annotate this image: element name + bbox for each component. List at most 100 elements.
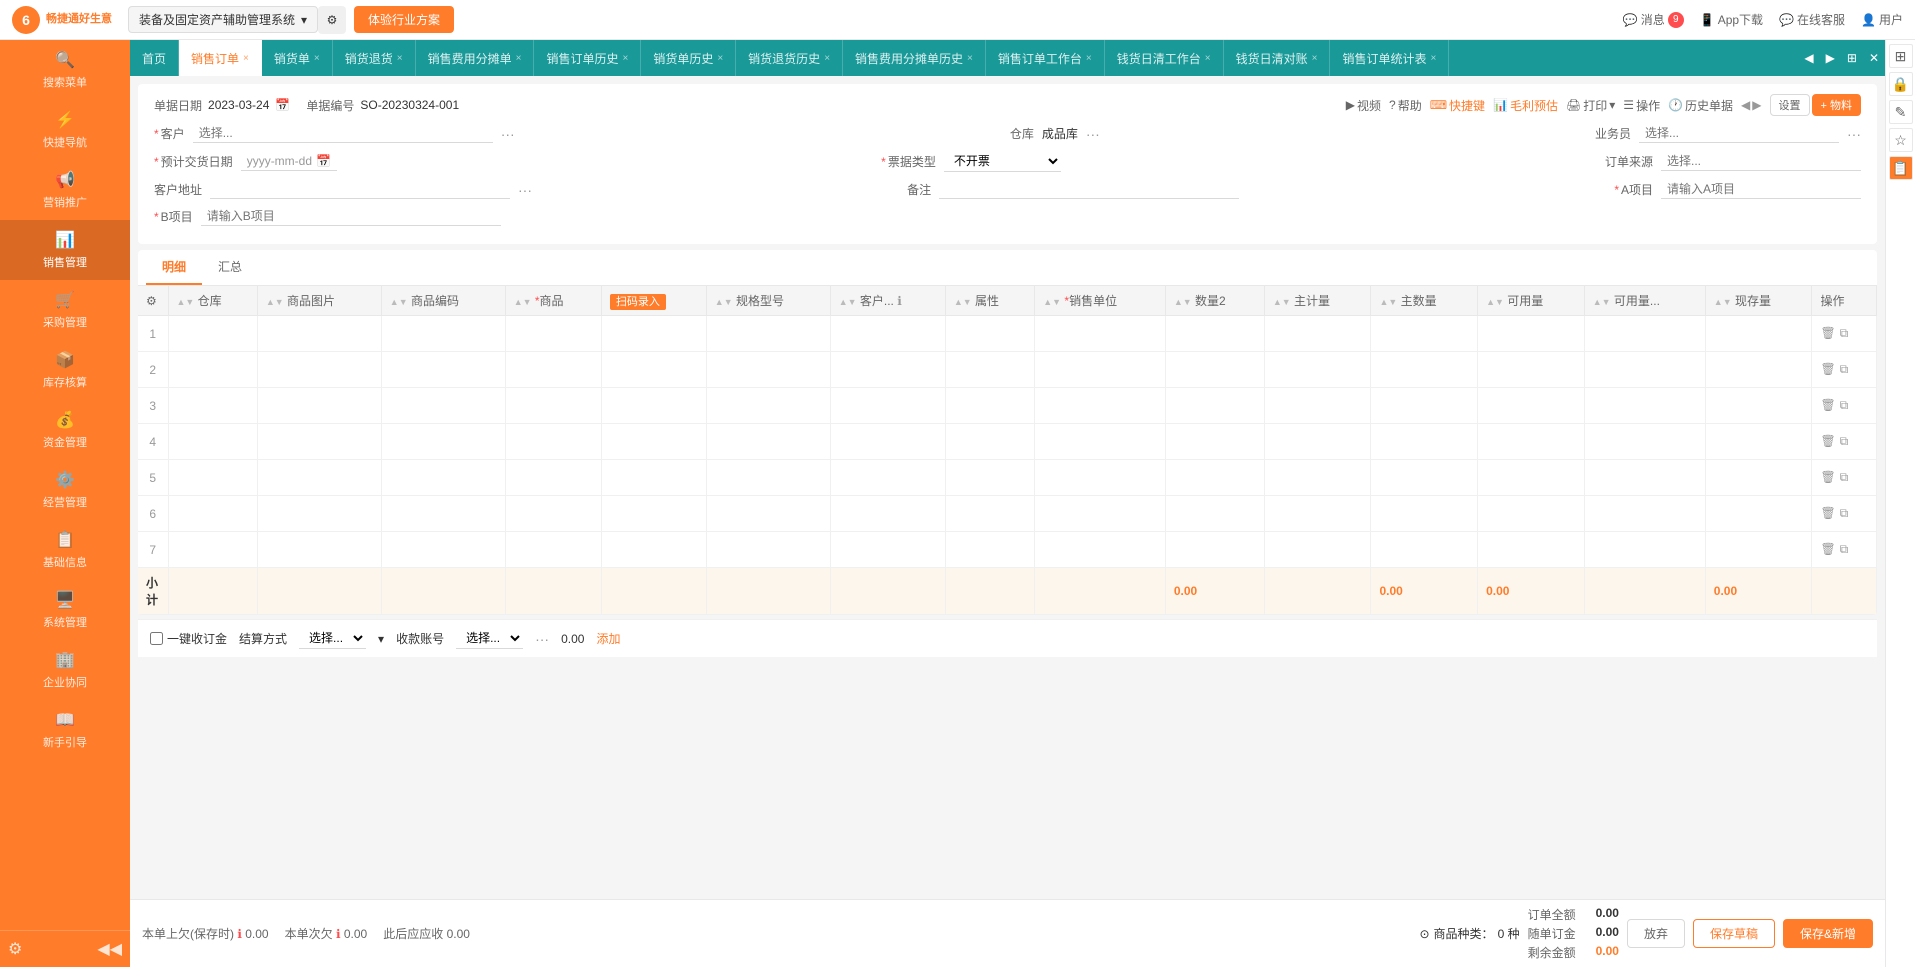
row-copy-1[interactable]: ⧉ [1840, 326, 1849, 340]
remark-input[interactable] [939, 180, 1239, 199]
tab-close-1[interactable]: × [243, 53, 249, 64]
discard-button[interactable]: 放弃 [1627, 919, 1685, 948]
tab-close-7[interactable]: × [824, 53, 830, 64]
sidebar-item-purchase[interactable]: 🛒采购管理 [0, 280, 130, 340]
sidebar-item-marketing[interactable]: 📢营销推广 [0, 160, 130, 220]
print-btn[interactable]: 🖨 打印 ▾ [1566, 97, 1615, 114]
tab-2[interactable]: 销货单× [262, 40, 333, 76]
message-btn[interactable]: 💬 消息 9 [1623, 11, 1684, 28]
tab-detail[interactable]: 明细 [146, 250, 202, 285]
tab-12[interactable]: 销售订单统计表× [1330, 40, 1449, 76]
profit-btn[interactable]: 📊 毛利预估 [1493, 97, 1558, 114]
tab-11[interactable]: 钱货日清对账× [1224, 40, 1331, 76]
add-link[interactable]: 添加 [596, 630, 620, 647]
right-btn-lock[interactable]: 🔒 [1889, 72, 1913, 96]
row-delete-2[interactable]: 🗑 [1820, 362, 1835, 376]
row-copy-4[interactable]: ⧉ [1840, 434, 1849, 448]
tab-close-2[interactable]: × [314, 53, 320, 64]
settings-icon[interactable]: ⚙ [318, 6, 346, 34]
nav-prev-icon[interactable]: ◀ [1741, 98, 1750, 112]
customer-input[interactable] [193, 124, 493, 143]
tab-close-4[interactable]: × [516, 53, 522, 64]
address-input[interactable] [210, 180, 510, 199]
tab-nav-prev[interactable]: ◀ [1798, 51, 1819, 65]
one-click-checkbox[interactable] [150, 632, 163, 645]
row-copy-5[interactable]: ⧉ [1840, 470, 1849, 484]
view-btn[interactable]: ▶ 视频 [1346, 97, 1381, 114]
payment-method-select[interactable]: 选择... [299, 628, 366, 649]
row-delete-5[interactable]: 🗑 [1820, 470, 1835, 484]
sidebar-item-basic[interactable]: 📋基础信息 [0, 520, 130, 580]
row-delete-4[interactable]: 🗑 [1820, 434, 1835, 448]
col-scan[interactable]: 扫码录入 [601, 286, 706, 316]
col-settings[interactable]: ⚙ [138, 286, 168, 316]
right-btn-star[interactable]: ☆ [1889, 128, 1913, 152]
salesperson-input[interactable] [1639, 124, 1839, 143]
a-project-input[interactable] [1661, 180, 1861, 199]
invoice-select[interactable]: 不开票 增值税普通发票 增值税专用发票 [944, 151, 1061, 172]
tab-close-3[interactable]: × [397, 53, 403, 64]
sidebar-settings-icon[interactable]: ⚙ [8, 939, 22, 959]
delivery-date-field[interactable]: yyyy-mm-dd 📅 [241, 152, 337, 171]
sidebar-item-quick[interactable]: ⚡快捷导航 [0, 100, 130, 160]
nav-next-icon[interactable]: ▶ [1752, 98, 1761, 112]
sidebar-item-search[interactable]: 🔍搜索菜单 [0, 40, 130, 100]
sidebar-item-sales[interactable]: 📊销售管理 [0, 220, 130, 280]
tab-4[interactable]: 销售费用分摊单× [416, 40, 535, 76]
shortcut-btn[interactable]: ⌨ 快捷键 [1430, 97, 1485, 114]
tab-3[interactable]: 销货退货× [333, 40, 416, 76]
tab-close-12[interactable]: × [1430, 53, 1436, 64]
tab-6[interactable]: 销货单历史× [641, 40, 736, 76]
warehouse-more-icon[interactable]: ··· [1086, 126, 1100, 142]
row-delete-6[interactable]: 🗑 [1820, 506, 1835, 520]
right-btn-clip[interactable]: 📋 [1889, 156, 1913, 180]
tab-7[interactable]: 销货退货历史× [736, 40, 843, 76]
tab-close-10[interactable]: × [1205, 53, 1211, 64]
tab-5[interactable]: 销售订单历史× [534, 40, 641, 76]
tab-summary[interactable]: 汇总 [202, 250, 258, 285]
salesperson-more-icon[interactable]: ··· [1847, 126, 1861, 142]
tab-close-5[interactable]: × [622, 53, 628, 64]
online-service-btn[interactable]: 💬 在线客服 [1779, 11, 1845, 28]
sidebar-item-operation[interactable]: ⚙️经营管理 [0, 460, 130, 520]
settings-button[interactable]: 设置 [1770, 94, 1810, 116]
calendar-icon[interactable]: 📅 [275, 98, 290, 112]
tab-nav-close[interactable]: ✕ [1863, 51, 1885, 65]
row-delete-7[interactable]: 🗑 [1820, 542, 1835, 556]
tab-0[interactable]: 首页 [130, 40, 179, 76]
sidebar-item-enterprise[interactable]: 🏢企业协同 [0, 640, 130, 700]
save-draft-button[interactable]: 保存草稿 [1693, 919, 1775, 948]
tab-close-6[interactable]: × [717, 53, 723, 64]
app-selector[interactable]: 装备及固定资产辅助管理系统 ▾ [128, 6, 318, 33]
help-btn[interactable]: ? 帮助 [1389, 97, 1422, 114]
sidebar-item-guide[interactable]: 📖新手引导 [0, 700, 130, 760]
sidebar-collapse-icon[interactable]: ◀◀ [97, 939, 122, 959]
app-download-btn[interactable]: 📱 App下载 [1700, 11, 1763, 28]
row-copy-3[interactable]: ⧉ [1840, 398, 1849, 412]
add-material-button[interactable]: + 物料 [1812, 94, 1861, 116]
b-project-input[interactable] [201, 207, 501, 226]
tab-close-8[interactable]: × [967, 53, 973, 64]
row-delete-1[interactable]: 🗑 [1820, 326, 1835, 340]
operation-btn[interactable]: ☰ 操作 [1623, 97, 1660, 114]
user-menu[interactable]: 👤 用户 [1861, 11, 1903, 28]
sidebar-item-capital[interactable]: 💰资金管理 [0, 400, 130, 460]
row-copy-7[interactable]: ⧉ [1840, 542, 1849, 556]
tab-nav-next[interactable]: ▶ [1820, 51, 1841, 65]
solution-button[interactable]: 体验行业方案 [354, 6, 454, 33]
receipt-account-select[interactable]: 选择... [456, 628, 523, 649]
tab-8[interactable]: 销售费用分摊单历史× [843, 40, 986, 76]
tab-10[interactable]: 钱货日清工作台× [1105, 40, 1224, 76]
history-btn[interactable]: 🕐 历史单据 [1668, 97, 1733, 114]
save-new-button[interactable]: 保存&新增 [1783, 919, 1873, 948]
row-copy-6[interactable]: ⧉ [1840, 506, 1849, 520]
order-source-input[interactable] [1661, 152, 1861, 171]
row-delete-3[interactable]: 🗑 [1820, 398, 1835, 412]
sidebar-item-system[interactable]: 🖥️系统管理 [0, 580, 130, 640]
customer-more-icon[interactable]: ··· [501, 126, 515, 142]
right-btn-edit[interactable]: ✎ [1889, 100, 1913, 124]
tab-1[interactable]: 销售订单× [179, 40, 262, 76]
sidebar-item-inventory[interactable]: 📦库存核算 [0, 340, 130, 400]
receipt-more-icon[interactable]: ··· [535, 631, 549, 647]
tab-close-11[interactable]: × [1312, 53, 1318, 64]
